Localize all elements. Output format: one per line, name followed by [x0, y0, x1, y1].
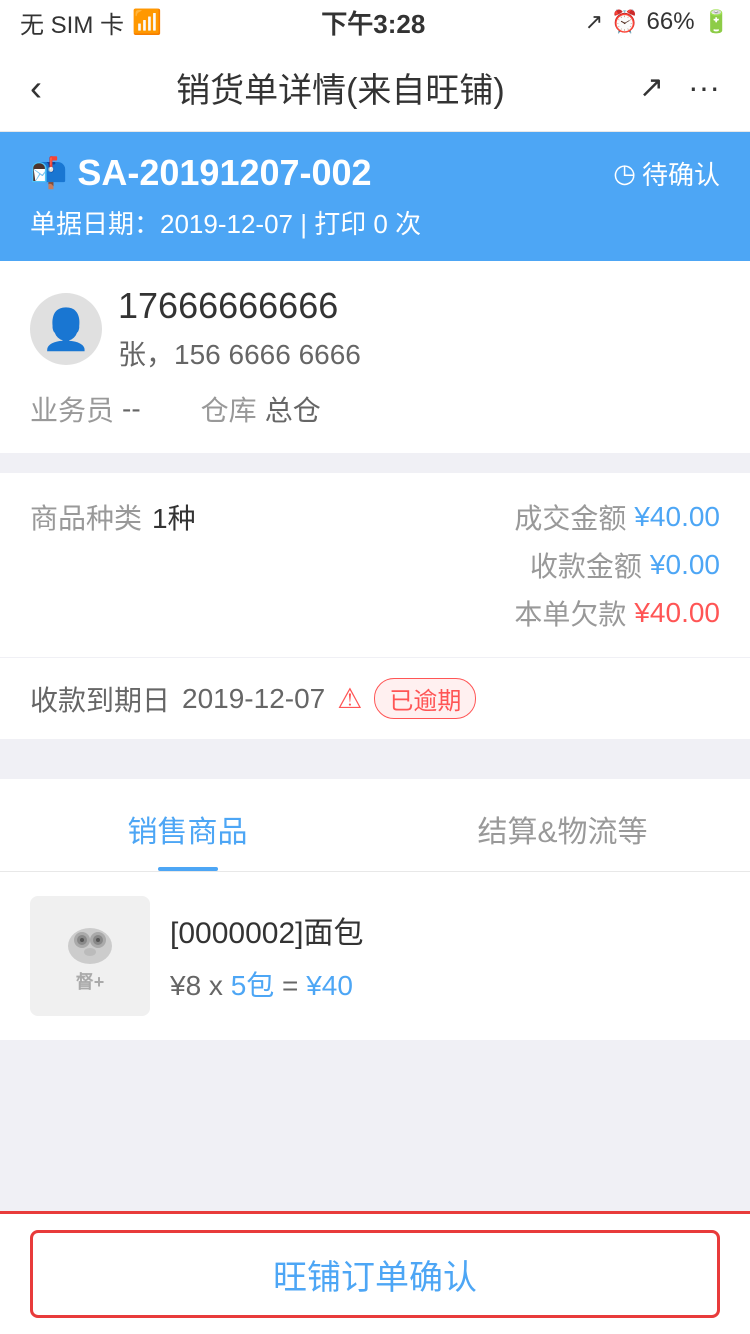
carrier-text: 无 SIM 卡 [20, 5, 124, 40]
amount-row-1: 收款金额 ¥0.00 [530, 545, 720, 585]
avatar: 👤 [30, 293, 102, 365]
order-icon: 📬 [30, 156, 67, 191]
customer-meta: 业务员 -- 仓库 总仓 [30, 389, 720, 429]
customer-phone: 17666666666 [118, 285, 361, 327]
amount-row-2: 本单欠款 ¥40.00 [514, 593, 720, 633]
time-display: 下午3:28 [321, 4, 425, 41]
sales-rep-value: -- [122, 393, 141, 425]
status-bar-left: 无 SIM 卡 📶 [20, 5, 162, 40]
location-icon: ↗ [585, 9, 603, 35]
amount-label-0: 成交金额 [514, 497, 626, 537]
order-status: ◷ 待确认 [613, 155, 720, 192]
amount-row-0: 成交金额 ¥40.00 [514, 497, 720, 537]
divider-1 [0, 453, 750, 473]
clock-icon: ◷ [613, 158, 636, 189]
amount-value-0: ¥40.00 [634, 501, 720, 533]
due-label: 收款到期日 [30, 679, 170, 719]
amount-label-2: 本单欠款 [514, 593, 626, 633]
amount-value-2: ¥40.00 [634, 597, 720, 629]
price-text: ¥8 x [170, 970, 231, 1001]
summary-left: 商品种类 1种 [30, 497, 196, 537]
more-icon[interactable]: ··· [688, 69, 720, 106]
overdue-icon: ⚠ [337, 682, 362, 715]
product-thumbnail: 督+ [30, 896, 150, 1016]
nav-actions: ↗ ··· [639, 69, 720, 106]
battery-icon: 🔋 [703, 9, 730, 35]
due-date: 2019-12-07 [182, 683, 325, 715]
status-bar: 无 SIM 卡 📶 下午3:28 ↗ ⏰ 66% 🔋 [0, 0, 750, 44]
status-bar-right: ↗ ⏰ 66% 🔋 [585, 8, 730, 36]
person-icon: 👤 [41, 306, 91, 353]
tab-products[interactable]: 销售商品 [0, 779, 375, 871]
tab-settlement[interactable]: 结算&物流等 [375, 779, 750, 871]
tabs-section: 销售商品 结算&物流等 [0, 779, 750, 872]
summary-section: 商品种类 1种 成交金额 ¥40.00 收款金额 ¥0.00 本单欠款 ¥40.… [0, 473, 750, 657]
customer-name: 张，156 6666 6666 [118, 333, 361, 373]
price-total: ¥40 [306, 970, 353, 1001]
bottom-bar: 旺铺订单确认 [0, 1211, 750, 1334]
order-header-card: 📬 SA-20191207-002 ◷ 待确认 单据日期：2019-12-07 … [0, 132, 750, 261]
confirm-button[interactable]: 旺铺订单确认 [30, 1230, 720, 1318]
overdue-badge: 已逾期 [374, 678, 476, 719]
due-row: 收款到期日 2019-12-07 ⚠ 已逾期 [30, 678, 720, 719]
customer-details: 17666666666 张，156 6666 6666 [118, 285, 361, 373]
back-button[interactable]: ‹ [30, 67, 42, 109]
summary-right: 成交金额 ¥40.00 收款金额 ¥0.00 本单欠款 ¥40.00 [514, 497, 720, 633]
tabs-row: 销售商品 结算&物流等 [0, 779, 750, 872]
owl-svg [60, 918, 120, 968]
order-header-top: 📬 SA-20191207-002 ◷ 待确认 [30, 152, 720, 194]
product-item: 督+ [0000002]面包 ¥8 x 5包 = ¥40 [0, 872, 750, 1040]
nav-bar: ‹ 销货单详情(来自旺铺) ↗ ··· [0, 44, 750, 132]
alarm-icon: ⏰ [611, 9, 638, 35]
summary-row: 商品种类 1种 成交金额 ¥40.00 收款金额 ¥0.00 本单欠款 ¥40.… [30, 497, 720, 633]
sales-rep-label: 业务员 [30, 389, 114, 429]
wifi-icon: 📶 [132, 8, 162, 37]
divider-2 [0, 739, 750, 759]
amount-value-1: ¥0.00 [650, 549, 720, 581]
share-icon[interactable]: ↗ [639, 70, 664, 105]
sales-rep-item: 业务员 -- [30, 389, 141, 429]
product-price-row: ¥8 x 5包 = ¥40 [170, 964, 720, 1004]
order-date: 单据日期：2019-12-07 | 打印 0 次 [30, 204, 720, 241]
customer-section: 👤 17666666666 张，156 6666 6666 业务员 -- 仓库 … [0, 261, 750, 453]
due-section: 收款到期日 2019-12-07 ⚠ 已逾期 [0, 657, 750, 739]
amount-label-1: 收款金额 [530, 545, 642, 585]
type-label: 商品种类 [30, 497, 142, 537]
warehouse-value: 总仓 [265, 389, 321, 429]
warehouse-item: 仓库 总仓 [201, 389, 321, 429]
product-logo: 督+ [60, 918, 120, 994]
battery-text: 66% [647, 8, 695, 36]
order-id: 📬 SA-20191207-002 [30, 152, 372, 194]
warehouse-label: 仓库 [201, 389, 257, 429]
price-qty: 5包 [231, 970, 275, 1001]
page-title: 销货单详情(来自旺铺) [176, 63, 505, 112]
customer-top: 👤 17666666666 张，156 6666 6666 [30, 285, 720, 373]
equals-text: = [274, 970, 306, 1001]
type-value: 1种 [152, 497, 196, 537]
product-name: [0000002]面包 [170, 908, 720, 952]
product-info: [0000002]面包 ¥8 x 5包 = ¥40 [170, 908, 720, 1004]
